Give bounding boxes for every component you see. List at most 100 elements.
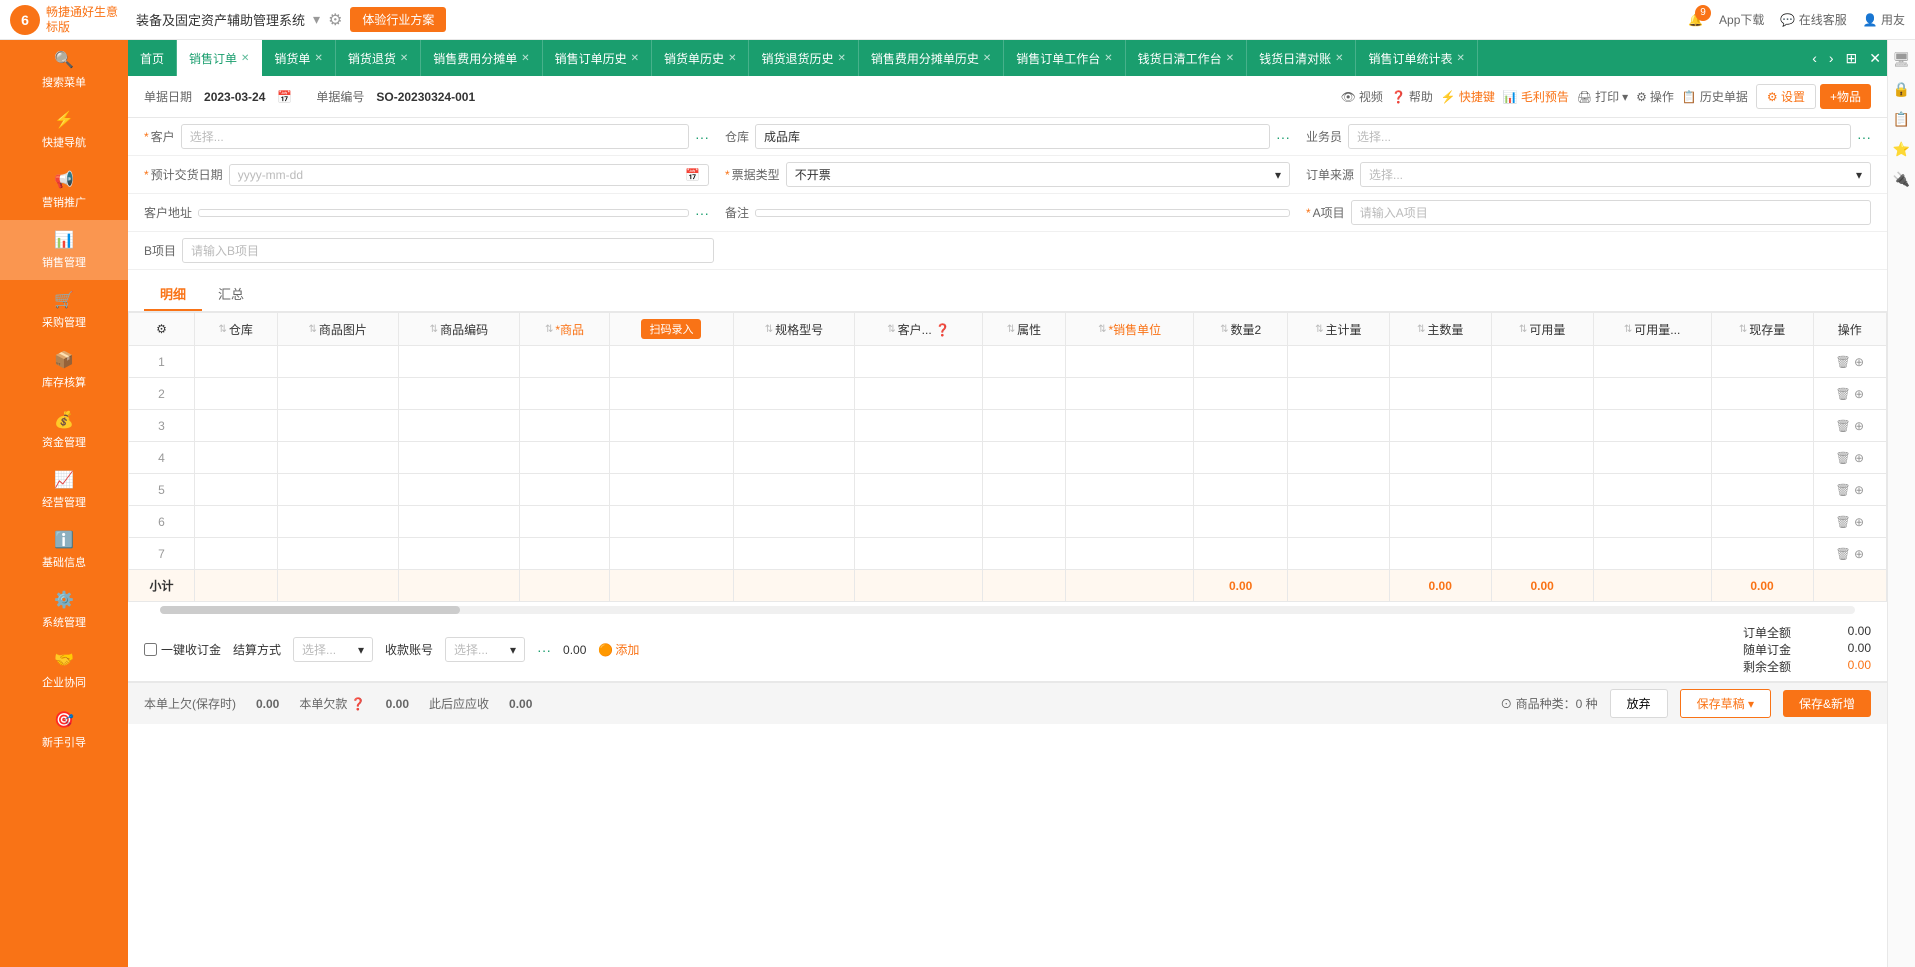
row-cell-2-6[interactable] (733, 378, 854, 410)
row-cell-7-7[interactable] (855, 538, 983, 570)
row-cell-6-13[interactable] (1491, 506, 1593, 538)
row-copy-5[interactable]: ⊕ (1854, 483, 1864, 497)
row-cell-4-6[interactable] (733, 442, 854, 474)
row-copy-4[interactable]: ⊕ (1854, 451, 1864, 465)
tab-9[interactable]: 销售订单工作台✕ (1004, 40, 1125, 76)
print-btn[interactable]: 🖨 打印 ▾ (1577, 88, 1628, 105)
col-product[interactable]: ⇅*商品 (519, 313, 609, 346)
col-qty2[interactable]: ⇅数量2 (1194, 313, 1287, 346)
row-cell-4-7[interactable] (855, 442, 983, 474)
delivery-date-input[interactable]: yyyy-mm-dd 📅 (229, 164, 709, 186)
row-cell-3-12[interactable] (1389, 410, 1491, 442)
row-cell-5-8[interactable] (983, 474, 1066, 506)
row-cell-7-14[interactable] (1593, 538, 1711, 570)
row-cell-2-12[interactable] (1389, 378, 1491, 410)
right-icon-clipboard[interactable]: 📋 (1891, 108, 1913, 130)
row-cell-2-3[interactable] (398, 378, 519, 410)
row-cell-2-4[interactable] (519, 378, 609, 410)
row-cell-3-5[interactable] (610, 410, 734, 442)
row-cell-7-4[interactable] (519, 538, 609, 570)
tab-close-1[interactable]: ✕ (241, 53, 249, 64)
right-icon-lock[interactable]: 🔒 (1891, 78, 1913, 100)
row-cell-6-14[interactable] (1593, 506, 1711, 538)
row-copy-7[interactable]: ⊕ (1854, 547, 1864, 561)
row-cell-5-15[interactable] (1711, 474, 1813, 506)
row-cell-3-7[interactable] (855, 410, 983, 442)
view-btn[interactable]: 👁 视频 (1341, 88, 1383, 105)
scan-btn[interactable]: 扫码录入 (641, 319, 701, 339)
row-cell-6-12[interactable] (1389, 506, 1491, 538)
save-draft-btn[interactable]: 保存草稿 ▾ (1680, 689, 1771, 718)
row-cell-7-9[interactable] (1065, 538, 1194, 570)
tab-8[interactable]: 销售费用分摊单历史✕ (859, 40, 1004, 76)
col-sales-unit[interactable]: ⇅*销售单位 (1065, 313, 1194, 346)
row-cell-7-11[interactable] (1287, 538, 1389, 570)
tab-prev-btn[interactable]: ‹ (1806, 50, 1823, 66)
col-main-unit[interactable]: ⇅主计量 (1287, 313, 1389, 346)
tab-4[interactable]: 销售费用分摊单✕ (421, 40, 542, 76)
history-btn[interactable]: 📋 历史单据 (1682, 88, 1748, 105)
app-download-btn[interactable]: App下载 (1719, 11, 1764, 28)
row-cell-2-13[interactable] (1491, 378, 1593, 410)
salesperson-ellipsis[interactable]: ··· (1857, 129, 1871, 145)
row-cell-1-11[interactable] (1287, 346, 1389, 378)
col-settings[interactable]: ⚙ (129, 313, 195, 346)
tab-0[interactable]: 首页 (128, 40, 177, 76)
row-cell-3-15[interactable] (1711, 410, 1813, 442)
row-cell-1-10[interactable] (1194, 346, 1287, 378)
row-cell-4-4[interactable] (519, 442, 609, 474)
tab-10[interactable]: 钱货日清工作台✕ (1126, 40, 1247, 76)
row-action-1[interactable]: 🗑 ⊕ (1813, 346, 1886, 378)
row-cell-5-5[interactable] (610, 474, 734, 506)
tab-11[interactable]: 钱货日清对账✕ (1247, 40, 1356, 76)
row-action-4[interactable]: 🗑 ⊕ (1813, 442, 1886, 474)
sidebar-item-采购管理[interactable]: 🛒采购管理 (0, 280, 128, 340)
settings-icon[interactable]: ⚙ (328, 10, 342, 30)
row-cell-2-14[interactable] (1593, 378, 1711, 410)
note-input[interactable] (755, 209, 1290, 217)
tab-close-6[interactable]: ✕ (728, 53, 736, 64)
row-cell-4-2[interactable] (277, 442, 398, 474)
sidebar-item-系统管理[interactable]: ⚙️系统管理 (0, 580, 128, 640)
row-cell-5-2[interactable] (277, 474, 398, 506)
row-cell-3-3[interactable] (398, 410, 519, 442)
row-cell-7-2[interactable] (277, 538, 398, 570)
sidebar-item-新手引导[interactable]: 🎯新手引导 (0, 700, 128, 760)
help-btn[interactable]: ❓ 帮助 (1391, 88, 1433, 105)
row-cell-4-3[interactable] (398, 442, 519, 474)
customer-addr-input[interactable] (198, 209, 689, 217)
save-new-btn[interactable]: 保存&新增 (1783, 690, 1871, 717)
row-cell-5-4[interactable] (519, 474, 609, 506)
col-available[interactable]: ⇅可用量 (1491, 313, 1593, 346)
row-cell-2-8[interactable] (983, 378, 1066, 410)
row-cell-4-15[interactable] (1711, 442, 1813, 474)
row-cell-6-8[interactable] (983, 506, 1066, 538)
tab-close-all-btn[interactable]: ✕ (1863, 50, 1887, 67)
sidebar-item-销售管理[interactable]: 📊销售管理 (0, 220, 128, 280)
row-cell-5-3[interactable] (398, 474, 519, 506)
tab-close-12[interactable]: ✕ (1457, 53, 1465, 64)
row-cell-7-3[interactable] (398, 538, 519, 570)
tab-1[interactable]: 销售订单✕ (177, 40, 262, 76)
tab-close-10[interactable]: ✕ (1226, 53, 1234, 64)
row-cell-3-11[interactable] (1287, 410, 1389, 442)
row-delete-6[interactable]: 🗑 (1835, 515, 1850, 529)
row-cell-1-4[interactable] (519, 346, 609, 378)
row-copy-1[interactable]: ⊕ (1854, 355, 1864, 369)
row-cell-3-10[interactable] (1194, 410, 1287, 442)
col-attributes[interactable]: ⇅属性 (983, 313, 1066, 346)
row-cell-4-13[interactable] (1491, 442, 1593, 474)
tab-close-11[interactable]: ✕ (1335, 53, 1343, 64)
row-cell-6-15[interactable] (1711, 506, 1813, 538)
customer-input[interactable]: 选择... (181, 124, 689, 149)
settings-form-btn[interactable]: ⚙ 设置 (1756, 84, 1816, 109)
row-cell-3-14[interactable] (1593, 410, 1711, 442)
row-cell-5-10[interactable] (1194, 474, 1287, 506)
row-cell-1-3[interactable] (398, 346, 519, 378)
row-cell-1-14[interactable] (1593, 346, 1711, 378)
row-delete-3[interactable]: 🗑 (1835, 419, 1850, 433)
sidebar-item-基础信息[interactable]: ℹ️基础信息 (0, 520, 128, 580)
warehouse-ellipsis[interactable]: ··· (1276, 129, 1290, 145)
row-cell-5-6[interactable] (733, 474, 854, 506)
sidebar-item-搜索菜单[interactable]: 🔍搜索菜单 (0, 40, 128, 100)
